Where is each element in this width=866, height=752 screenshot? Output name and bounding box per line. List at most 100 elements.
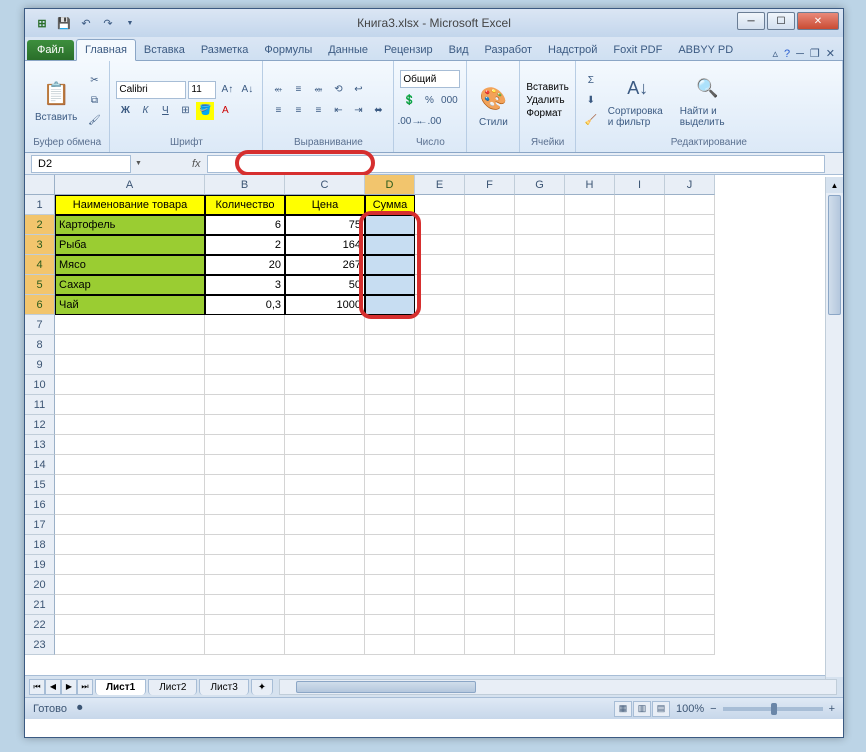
cell-C1[interactable]: Цена: [285, 195, 365, 215]
row-header-14[interactable]: 14: [25, 455, 55, 475]
select-all-corner[interactable]: [25, 175, 55, 195]
cell-B9[interactable]: [205, 355, 285, 375]
cell-H2[interactable]: [565, 215, 615, 235]
cell-C12[interactable]: [285, 415, 365, 435]
cell-D7[interactable]: [365, 315, 415, 335]
cell-C7[interactable]: [285, 315, 365, 335]
cell-F2[interactable]: [465, 215, 515, 235]
cell-D6[interactable]: [365, 295, 415, 315]
redo-icon[interactable]: ↷: [99, 14, 117, 32]
cell-J5[interactable]: [665, 275, 715, 295]
cell-E9[interactable]: [415, 355, 465, 375]
shrink-font-icon[interactable]: A↓: [238, 81, 256, 99]
format-cells-button[interactable]: Формат: [526, 108, 562, 119]
tab-foxit[interactable]: Foxit PDF: [605, 40, 670, 60]
save-icon[interactable]: 💾: [55, 14, 73, 32]
cell-H8[interactable]: [565, 335, 615, 355]
tab-home[interactable]: Главная: [76, 39, 136, 61]
copy-icon[interactable]: ⧉: [85, 91, 103, 109]
cell-B6[interactable]: 0,3: [205, 295, 285, 315]
cell-G22[interactable]: [515, 615, 565, 635]
cell-E15[interactable]: [415, 475, 465, 495]
cell-I23[interactable]: [615, 635, 665, 655]
cell-D21[interactable]: [365, 595, 415, 615]
fx-icon[interactable]: fx: [192, 158, 201, 170]
cell-B16[interactable]: [205, 495, 285, 515]
sheet-nav-prev-icon[interactable]: ◀: [45, 679, 61, 695]
cell-H19[interactable]: [565, 555, 615, 575]
cell-F7[interactable]: [465, 315, 515, 335]
cell-D9[interactable]: [365, 355, 415, 375]
underline-button[interactable]: Ч: [156, 102, 174, 120]
sheet-nav-next-icon[interactable]: ▶: [61, 679, 77, 695]
cell-C21[interactable]: [285, 595, 365, 615]
cell-E18[interactable]: [415, 535, 465, 555]
cell-J6[interactable]: [665, 295, 715, 315]
cell-F19[interactable]: [465, 555, 515, 575]
cell-E7[interactable]: [415, 315, 465, 335]
insert-cells-button[interactable]: Вставить: [526, 82, 568, 93]
row-header-19[interactable]: 19: [25, 555, 55, 575]
cell-A18[interactable]: [55, 535, 205, 555]
cell-D3[interactable]: [365, 235, 415, 255]
cell-I13[interactable]: [615, 435, 665, 455]
cell-D15[interactable]: [365, 475, 415, 495]
cell-F18[interactable]: [465, 535, 515, 555]
cell-J10[interactable]: [665, 375, 715, 395]
window-min-icon[interactable]: ─: [796, 48, 804, 60]
cell-C23[interactable]: [285, 635, 365, 655]
sheet-tab-3[interactable]: Лист3: [199, 679, 248, 695]
cell-E20[interactable]: [415, 575, 465, 595]
cell-D1[interactable]: Сумма: [365, 195, 415, 215]
currency-icon[interactable]: 💲: [400, 91, 418, 109]
cell-I18[interactable]: [615, 535, 665, 555]
namebox-dropdown-icon[interactable]: ▼: [131, 160, 146, 167]
cell-J12[interactable]: [665, 415, 715, 435]
column-header-E[interactable]: E: [415, 175, 465, 195]
cell-H3[interactable]: [565, 235, 615, 255]
font-size-combo[interactable]: 11: [188, 81, 216, 99]
cell-A11[interactable]: [55, 395, 205, 415]
cell-F15[interactable]: [465, 475, 515, 495]
cell-H11[interactable]: [565, 395, 615, 415]
decrease-decimal-icon[interactable]: ←.00: [420, 112, 438, 130]
tab-developer[interactable]: Разработ: [477, 40, 540, 60]
cell-H14[interactable]: [565, 455, 615, 475]
cell-F3[interactable]: [465, 235, 515, 255]
cell-J18[interactable]: [665, 535, 715, 555]
cell-H22[interactable]: [565, 615, 615, 635]
align-middle-icon[interactable]: ≡: [289, 81, 307, 99]
cell-C18[interactable]: [285, 535, 365, 555]
cell-G9[interactable]: [515, 355, 565, 375]
maximize-button[interactable]: ☐: [767, 12, 795, 30]
cell-F11[interactable]: [465, 395, 515, 415]
column-header-H[interactable]: H: [565, 175, 615, 195]
cell-I5[interactable]: [615, 275, 665, 295]
tab-review[interactable]: Рецензир: [376, 40, 441, 60]
cell-J19[interactable]: [665, 555, 715, 575]
cell-D16[interactable]: [365, 495, 415, 515]
find-select-button[interactable]: 🔍 Найти и выделить: [676, 70, 739, 130]
cell-E11[interactable]: [415, 395, 465, 415]
cell-H16[interactable]: [565, 495, 615, 515]
cell-H12[interactable]: [565, 415, 615, 435]
increase-indent-icon[interactable]: ⇥: [349, 102, 367, 120]
cell-F10[interactable]: [465, 375, 515, 395]
cell-G5[interactable]: [515, 275, 565, 295]
column-header-G[interactable]: G: [515, 175, 565, 195]
cell-B22[interactable]: [205, 615, 285, 635]
cell-C9[interactable]: [285, 355, 365, 375]
cell-F5[interactable]: [465, 275, 515, 295]
help-icon[interactable]: ?: [784, 48, 790, 60]
cell-B11[interactable]: [205, 395, 285, 415]
cell-H15[interactable]: [565, 475, 615, 495]
cell-J20[interactable]: [665, 575, 715, 595]
cell-H23[interactable]: [565, 635, 615, 655]
row-header-6[interactable]: 6: [25, 295, 55, 315]
window-close-icon[interactable]: ✕: [826, 47, 835, 60]
cell-I11[interactable]: [615, 395, 665, 415]
scroll-thumb[interactable]: [828, 195, 841, 315]
new-sheet-button[interactable]: ✦: [251, 679, 273, 695]
row-header-20[interactable]: 20: [25, 575, 55, 595]
cell-J14[interactable]: [665, 455, 715, 475]
